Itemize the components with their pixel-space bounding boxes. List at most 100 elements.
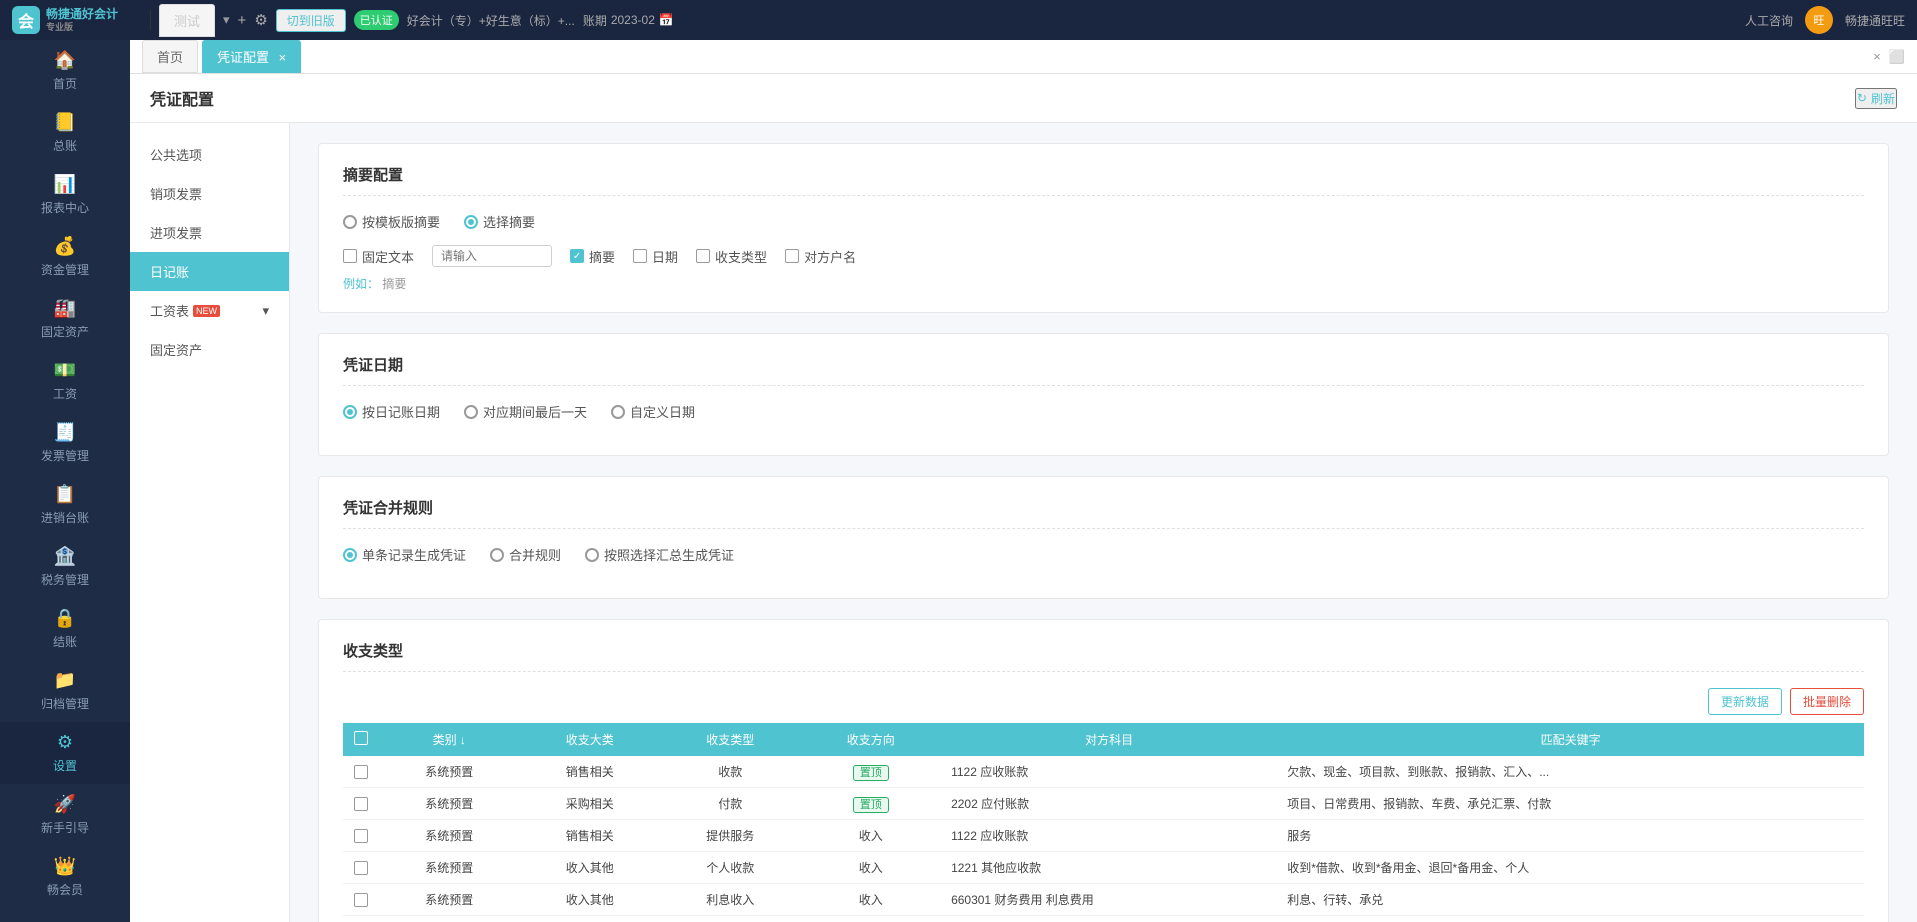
table-row: 系统预置 销售相关 收款 置顶 1122 应收账款 欠款、现金、项目款、到账款、…	[343, 756, 1864, 788]
direction-tag-0[interactable]: 置顶	[853, 765, 889, 781]
checkbox-date[interactable]: 日期	[633, 247, 678, 266]
settings-gear-icon[interactable]: ⚙	[254, 11, 267, 29]
radio-template[interactable]: 按模板版摘要	[343, 212, 440, 231]
radio-single-record[interactable]: 单条记录生成凭证	[343, 545, 466, 564]
row-checkbox-cell[interactable]	[343, 884, 379, 916]
row-subject-4: 660301 财务费用 利息费用	[941, 884, 1277, 916]
radio-dot-single-record	[347, 552, 353, 558]
left-nav-sales[interactable]: 销项发票	[130, 174, 289, 213]
radio-circle-single-record	[343, 548, 357, 562]
tab-dropdown-btn[interactable]: ▾	[223, 12, 230, 28]
radio-summary-gen[interactable]: 按照选择汇总生成凭证	[585, 545, 734, 564]
sidebar-item-ledger[interactable]: 📒 总账	[0, 102, 130, 164]
sidebar-item-closing[interactable]: 🔒 结账	[0, 598, 130, 660]
fixed-text-input[interactable]	[432, 245, 552, 267]
row-checkbox-cell[interactable]	[343, 820, 379, 852]
row-checkbox-4[interactable]	[354, 893, 368, 907]
page-title: 凭证配置	[150, 86, 214, 110]
row-direction-0: 置顶	[801, 756, 942, 788]
tax-icon: 🏦	[54, 546, 76, 567]
left-nav-fixed-assets[interactable]: 固定资产	[130, 330, 289, 369]
window-expand-btn[interactable]: ⬜	[1889, 49, 1905, 65]
summary-radio-group: 按模板版摘要 选择摘要	[343, 212, 1864, 231]
batch-delete-btn[interactable]: 批量删除	[1790, 688, 1864, 715]
row-keywords-1: 项目、日常费用、报销款、车费、承兑汇票、付款	[1277, 788, 1864, 820]
sidebar-item-funds[interactable]: 💰 资金管理	[0, 226, 130, 288]
checkbox-summary[interactable]: ✓ 摘要	[570, 247, 615, 266]
income-expense-title: 收支类型	[343, 640, 1864, 672]
user-avatar[interactable]: 旺	[1805, 6, 1833, 34]
merge-rule-title: 凭证合并规则	[343, 497, 1864, 529]
radio-circle-custom-date	[611, 405, 625, 419]
top-bar: 会 畅捷通好会计 专业版 测试 ▾ + ⚙ 切到旧版 已认证 好会计（专）+好生…	[0, 0, 1917, 40]
row-checkbox-2[interactable]	[354, 829, 368, 843]
row-keywords-0: 欠款、现金、项目款、到账款、报销款、汇入、...	[1277, 756, 1864, 788]
switch-version-btn[interactable]: 切到旧版	[276, 9, 346, 32]
radio-journal-date[interactable]: 按日记账日期	[343, 402, 440, 421]
update-data-btn[interactable]: 更新数据	[1708, 688, 1782, 715]
tab-close-btn[interactable]: ×	[279, 50, 287, 65]
sidebar-item-reports[interactable]: 📊 报表中心	[0, 164, 130, 226]
left-nav-purchase-inv[interactable]: 进项发票	[130, 213, 289, 252]
tab-home[interactable]: 首页	[142, 40, 198, 73]
refresh-btn[interactable]: ↻ 刷新	[1855, 88, 1897, 109]
th-checkbox[interactable]	[343, 723, 379, 756]
sidebar-item-guide[interactable]: 🚀 新手引导	[0, 784, 130, 846]
ledger-icon: 📒	[54, 112, 76, 133]
tabs-bar: 首页 凭证配置 × × ⬜	[130, 40, 1917, 74]
radio-merge-rule[interactable]: 合并规则	[490, 545, 561, 564]
row-type-3: 个人收款	[660, 852, 801, 884]
row-checkbox-cell[interactable]	[343, 788, 379, 820]
left-nav-journal[interactable]: 日记账	[130, 252, 289, 291]
sidebar-label-member: 畅会员	[47, 881, 83, 898]
certified-badge: 已认证	[354, 10, 399, 30]
sidebar-item-member[interactable]: 👑 畅会员	[0, 846, 130, 908]
row-direction-3: 收入	[801, 852, 942, 884]
right-content: 摘要配置 按模板版摘要 选择摘要	[290, 123, 1917, 922]
checkbox-fixed-text[interactable]: 固定文本	[343, 247, 414, 266]
consult-btn[interactable]: 人工咨询	[1745, 12, 1793, 29]
checkmark-summary: ✓	[573, 251, 581, 262]
sidebar-item-home[interactable]: 🏠 首页	[0, 40, 130, 102]
sidebar-item-archive[interactable]: 📁 归档管理	[0, 660, 130, 722]
example-text: 例如： 摘要	[343, 275, 1864, 292]
select-all-checkbox[interactable]	[354, 731, 368, 745]
logo-area: 会 畅捷通好会计 专业版	[12, 6, 142, 34]
radio-custom-date[interactable]: 自定义日期	[611, 402, 695, 421]
invoices-icon: 🧾	[54, 422, 76, 443]
checkbox-counterpart[interactable]: 对方户名	[785, 247, 856, 266]
sidebar-item-assets[interactable]: 🏭 固定资产	[0, 288, 130, 350]
row-keywords-4: 利息、行转、承兑	[1277, 884, 1864, 916]
window-close-btn[interactable]: ×	[1873, 49, 1881, 65]
sidebar-label-funds: 资金管理	[41, 261, 89, 278]
checkbox-box-summary: ✓	[570, 249, 584, 263]
checkbox-income-type[interactable]: 收支类型	[696, 247, 767, 266]
sidebar-item-purchase[interactable]: 📋 进销台账	[0, 474, 130, 536]
direction-tag-1[interactable]: 置顶	[853, 797, 889, 813]
checkbox-box-date	[633, 249, 647, 263]
summary-config-title: 摘要配置	[343, 164, 1864, 196]
sidebar-label-payroll: 工资	[53, 385, 77, 402]
sidebar-label-settings: 设置	[53, 757, 77, 774]
tab-voucher-config[interactable]: 凭证配置 ×	[202, 40, 301, 73]
funds-icon: 💰	[54, 236, 76, 257]
sidebar-item-invoices[interactable]: 🧾 发票管理	[0, 412, 130, 474]
sidebar-item-tax[interactable]: 🏦 税务管理	[0, 536, 130, 598]
tab-window-controls: × ⬜	[1873, 49, 1905, 65]
sidebar-item-settings[interactable]: ⚙ 设置	[0, 722, 130, 784]
row-subject-3: 1221 其他应收款	[941, 852, 1277, 884]
row-checkbox-cell[interactable]	[343, 852, 379, 884]
row-checkbox-1[interactable]	[354, 797, 368, 811]
radio-select[interactable]: 选择摘要	[464, 212, 535, 231]
th-direction: 收支方向	[801, 723, 942, 756]
add-tab-btn[interactable]: +	[238, 12, 247, 29]
left-nav-public[interactable]: 公共选项	[130, 135, 289, 174]
sidebar-item-payroll[interactable]: 💵 工资	[0, 350, 130, 412]
row-checkbox-0[interactable]	[354, 765, 368, 779]
radio-period-last[interactable]: 对应期间最后一天	[464, 402, 587, 421]
table-header-row: 类别 ↓ 收支大类 收支类型 收支方向 对方科目 匹配关键字	[343, 723, 1864, 756]
row-checkbox-3[interactable]	[354, 861, 368, 875]
logo-text: 畅捷通好会计 专业版	[46, 7, 118, 32]
row-checkbox-cell[interactable]	[343, 756, 379, 788]
left-nav-payroll-sheet[interactable]: 工资表 NEW ▾	[130, 291, 289, 330]
